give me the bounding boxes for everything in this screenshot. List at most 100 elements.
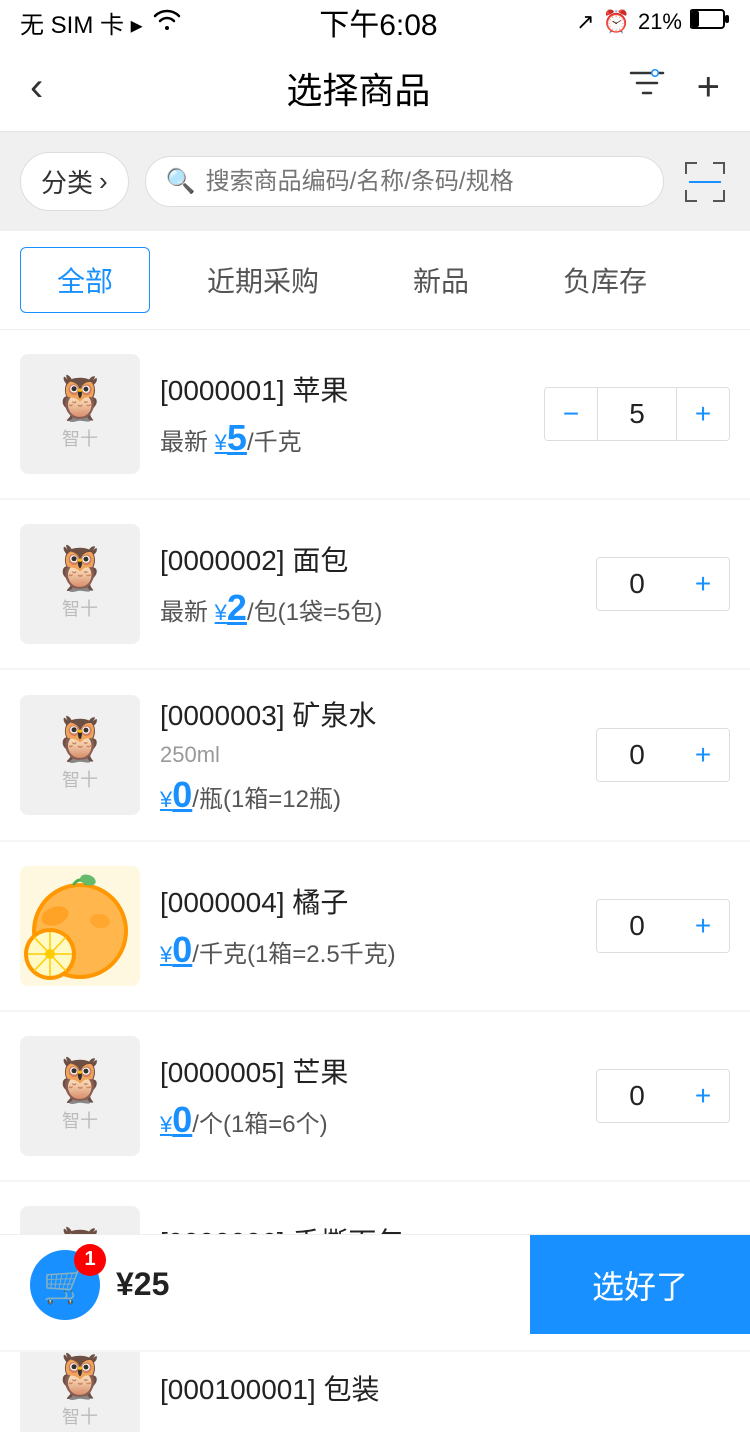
nav-bar: ‹ 选择商品 + — [0, 44, 750, 132]
owl-icon: 🦉 — [53, 718, 108, 762]
tab-negative[interactable]: 负库存 — [526, 247, 684, 313]
product-info: [0000003] 矿泉水 250ml ¥0/瓶(1箱=12瓶) — [160, 694, 576, 816]
cart-badge: 1 — [74, 1244, 106, 1276]
increase-button[interactable]: + — [677, 1070, 729, 1122]
price-prefix: 最新 — [160, 429, 208, 456]
product-price: 最新 ¥5/千克 — [160, 417, 524, 459]
product-image: 🦉 智十 — [20, 354, 140, 474]
product-info: [0000001] 苹果 最新 ¥5/千克 — [160, 369, 524, 459]
location-icon: ↗ — [576, 9, 594, 35]
chevron-right-icon: › — [99, 166, 108, 197]
product-image: 🦉 智十 — [20, 695, 140, 815]
increase-button[interactable]: + — [677, 388, 729, 440]
confirm-button[interactable]: 选好了 — [530, 1235, 750, 1334]
price-main: 0 — [172, 774, 192, 815]
search-icon: 🔍 — [166, 167, 196, 196]
add-icon[interactable]: + — [697, 65, 720, 110]
product-price: ¥0/瓶(1箱=12瓶) — [160, 774, 576, 816]
quantity-value: 0 — [597, 1070, 677, 1122]
quantity-control: − 5 + — [544, 387, 730, 441]
price-main: 2 — [227, 587, 247, 628]
tab-new[interactable]: 新品 — [376, 247, 506, 313]
product-image: 🦉 智十 — [20, 1352, 140, 1432]
price-yen: ¥ — [215, 430, 227, 455]
increase-button[interactable]: + — [677, 558, 729, 610]
product-spec: 250ml — [160, 742, 576, 768]
product-price: 最新 ¥2/包(1袋=5包) — [160, 587, 576, 629]
quantity-control: 0 + — [596, 728, 730, 782]
category-label: 分类 — [41, 163, 93, 200]
product-name: [000100001] 包装 — [160, 1368, 730, 1408]
price-yen: ¥ — [160, 942, 172, 967]
orange-image — [20, 866, 140, 986]
tab-bar: 全部 近期采购 新品 负库存 — [0, 231, 750, 330]
product-name: [0000004] 橘子 — [160, 881, 576, 921]
category-button[interactable]: 分类 › — [20, 152, 129, 211]
owl-icon: 🦉 — [53, 547, 108, 591]
status-left: 无 SIM 卡 ▸ — [20, 5, 181, 40]
quantity-value: 0 — [597, 558, 677, 610]
scan-icon[interactable] — [680, 157, 730, 207]
product-price: ¥0/个(1箱=6个) — [160, 1099, 576, 1141]
price-prefix: 最新 — [160, 599, 208, 626]
product-info: [0000002] 面包 最新 ¥2/包(1袋=5包) — [160, 539, 576, 629]
price-yen: ¥ — [215, 600, 227, 625]
product-name: [0000002] 面包 — [160, 539, 576, 579]
battery-text: 21% — [638, 9, 682, 35]
table-row: 🦉 智十 [000100001] 包装 — [0, 1352, 750, 1432]
filter-icon[interactable] — [627, 65, 667, 110]
alarm-icon: ⏰ — [603, 9, 630, 35]
price-unit: /个(1箱=6个) — [192, 1111, 327, 1138]
owl-icon: 🦉 — [53, 377, 108, 421]
product-image — [20, 866, 140, 986]
quantity-value: 0 — [597, 729, 677, 781]
status-time: 下午6:08 — [319, 0, 437, 44]
cart-icon-wrap[interactable]: 🛒 1 — [30, 1250, 100, 1320]
quantity-control: 0 + — [596, 1069, 730, 1123]
battery-icon — [690, 8, 730, 36]
tab-recent[interactable]: 近期采购 — [170, 247, 356, 313]
back-button[interactable]: ‹ — [30, 65, 90, 110]
page-title: 选择商品 — [90, 62, 627, 114]
tab-all[interactable]: 全部 — [20, 247, 150, 313]
increase-button[interactable]: + — [677, 900, 729, 952]
search-bar[interactable]: 🔍 — [145, 156, 664, 207]
wifi-icon — [153, 8, 181, 37]
price-yen: ¥ — [160, 787, 172, 812]
product-name: [0000003] 矿泉水 — [160, 694, 576, 734]
quantity-control: 0 + — [596, 899, 730, 953]
status-bar: 无 SIM 卡 ▸ 下午6:08 ↗ ⏰ 21% — [0, 0, 750, 44]
filter-bar: 分类 › 🔍 — [0, 132, 750, 231]
sim-text: 无 SIM 卡 ▸ — [20, 5, 143, 40]
price-unit: /千克(1箱=2.5千克) — [192, 941, 395, 968]
price-yen: ¥ — [160, 1112, 172, 1137]
increase-button[interactable]: + — [677, 729, 729, 781]
decrease-button[interactable]: − — [545, 388, 597, 440]
product-image: 🦉 智十 — [20, 524, 140, 644]
product-info: [000100001] 包装 — [160, 1368, 730, 1416]
product-name: [0000005] 芒果 — [160, 1051, 576, 1091]
search-input[interactable] — [206, 168, 643, 196]
product-image: 🦉 智十 — [20, 1036, 140, 1156]
nav-actions: + — [627, 65, 720, 110]
table-row: 🦉 智十 [0000005] 芒果 ¥0/个(1箱=6个) 0 + — [0, 1012, 750, 1180]
owl-icon: 🦉 — [53, 1059, 108, 1103]
price-main: 5 — [227, 417, 247, 458]
table-row: 🦉 智十 [0000002] 面包 最新 ¥2/包(1袋=5包) 0 + — [0, 500, 750, 668]
quantity-value: 0 — [597, 900, 677, 952]
price-unit: /千克 — [247, 429, 302, 456]
price-main: 0 — [172, 1099, 192, 1140]
status-right: ↗ ⏰ 21% — [576, 8, 730, 36]
table-row: 🦉 智十 [0000001] 苹果 最新 ¥5/千克 − 5 + — [0, 330, 750, 498]
cart-total: ¥25 — [116, 1266, 169, 1303]
cart-area: 🛒 1 ¥25 — [0, 1250, 530, 1320]
product-info: [0000005] 芒果 ¥0/个(1箱=6个) — [160, 1051, 576, 1141]
price-main: 0 — [172, 929, 192, 970]
price-unit: /瓶(1箱=12瓶) — [192, 786, 341, 813]
owl-icon: 🦉 — [53, 1355, 108, 1399]
product-price: ¥0/千克(1箱=2.5千克) — [160, 929, 576, 971]
product-info: [0000004] 橘子 ¥0/千克(1箱=2.5千克) — [160, 881, 576, 971]
quantity-control: 0 + — [596, 557, 730, 611]
bottom-bar: 🛒 1 ¥25 选好了 — [0, 1234, 750, 1334]
table-row: [0000004] 橘子 ¥0/千克(1箱=2.5千克) 0 + — [0, 842, 750, 1010]
